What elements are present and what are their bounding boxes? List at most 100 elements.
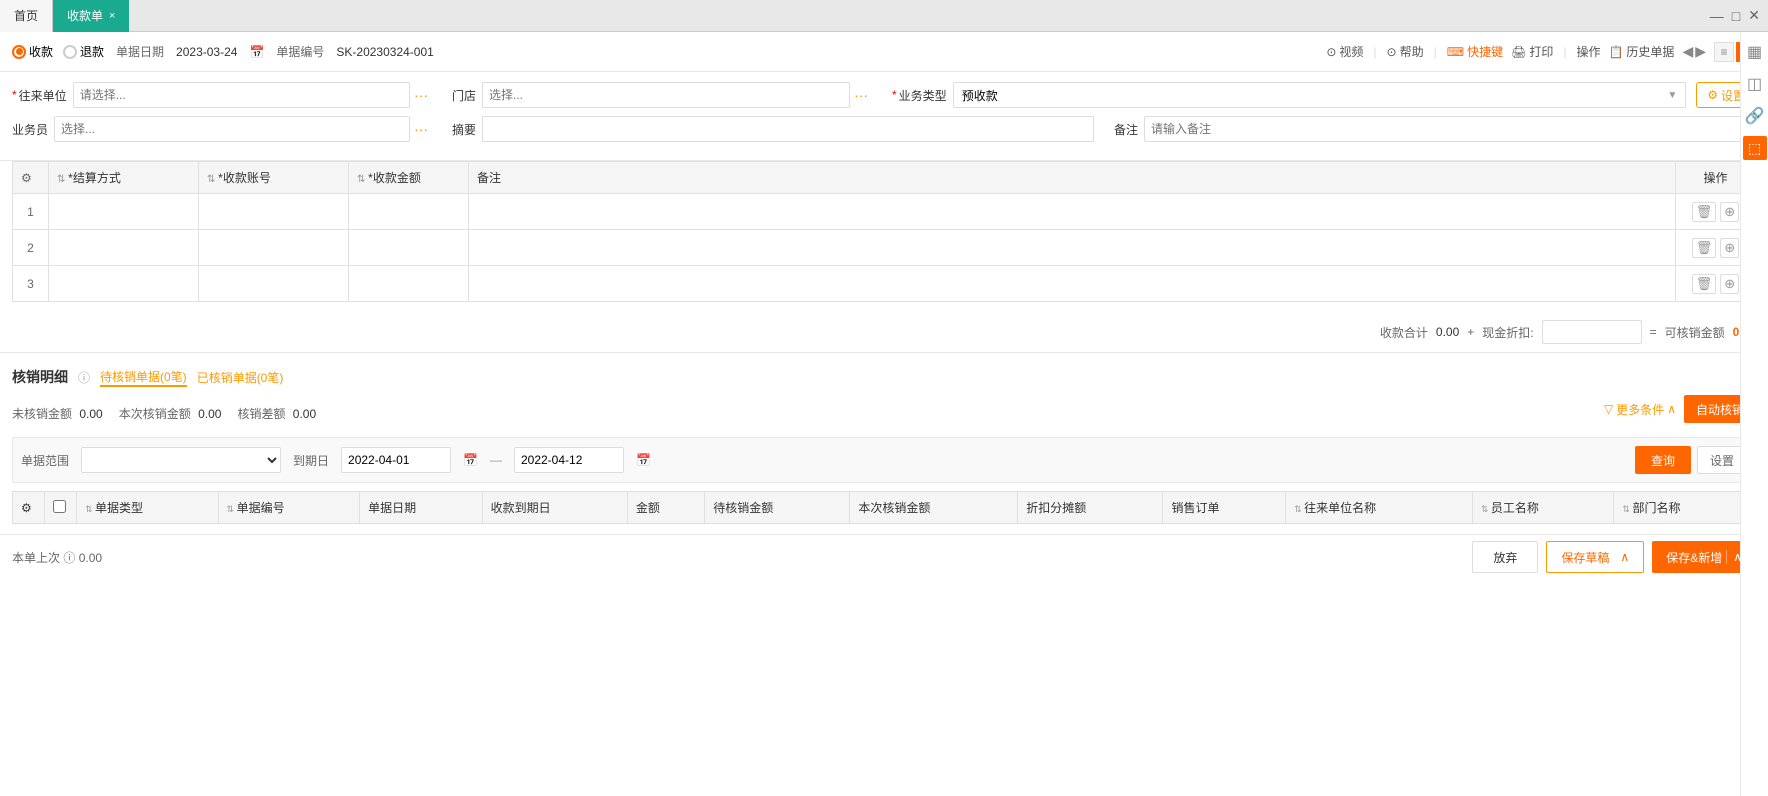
counterparty-more-button[interactable]: ···	[410, 87, 432, 103]
reconciliation-section: 核销明细 ⓘ 待核销单据(0笔) 已核销单据(0笔) 未核销金额 0.00 本次…	[0, 357, 1768, 534]
staff-input[interactable]	[54, 116, 410, 142]
notes-input[interactable]	[1144, 116, 1756, 142]
panel-icon-3[interactable]: 🔗	[1743, 104, 1767, 128]
panel-icon-2[interactable]: ◫	[1743, 72, 1767, 96]
account-cell-2[interactable]	[199, 230, 349, 266]
minimize-button[interactable]: —	[1710, 8, 1724, 24]
settlement-cell-1[interactable]	[49, 194, 199, 230]
panel-icon-4[interactable]: ⬚	[1743, 136, 1767, 160]
copy-row-2-button[interactable]: ⊕	[1720, 238, 1739, 258]
sep2: |	[1434, 45, 1437, 59]
business-type-selector[interactable]: 预收款 ▼	[953, 82, 1687, 108]
bth-checkbox[interactable]	[45, 492, 77, 524]
maximize-button[interactable]: □	[1732, 8, 1740, 24]
counterparty-input[interactable]	[73, 82, 410, 108]
store-more-button[interactable]: ···	[850, 87, 872, 103]
balance-info-icon[interactable]: ⓘ	[63, 551, 75, 565]
tab-home[interactable]: 首页	[0, 0, 53, 32]
account-cell-3[interactable]	[199, 266, 349, 302]
th-settlement: ⇅ *结算方式	[49, 162, 199, 194]
recon-info-icon[interactable]: ⓘ	[78, 369, 90, 386]
notes-field: 备注	[1114, 116, 1756, 142]
history-button[interactable]: 📋 历史单据	[1608, 43, 1674, 60]
date-value: 2023-03-24	[176, 45, 237, 59]
abandon-button[interactable]: 放弃	[1472, 541, 1538, 573]
tab-bar: 首页 收款单 × — □ ✕	[0, 0, 1768, 32]
th-notes: 备注	[469, 162, 1676, 194]
copy-row-1-button[interactable]: ⊕	[1720, 202, 1739, 222]
notes-cell-3[interactable]	[469, 266, 1676, 302]
shortcut-button[interactable]: ⌨ 快捷键	[1447, 43, 1503, 60]
list-view-button[interactable]: ≡	[1714, 42, 1734, 62]
bth-doc-type: ⇅ 单据类型	[77, 492, 219, 524]
range-select[interactable]	[81, 447, 281, 473]
bth-doc-number: ⇅ 单据编号	[218, 492, 360, 524]
nav-prev-button[interactable]: ◀	[1682, 43, 1693, 60]
counterparty-field: * 往来单位 ···	[12, 82, 432, 108]
required-star-business: *	[892, 88, 897, 102]
tab-receipt[interactable]: 收款单 ×	[53, 0, 129, 32]
calendar-icon[interactable]: 📅	[249, 45, 264, 59]
date-from-input[interactable]	[341, 447, 451, 473]
range-label: 单据范围	[21, 452, 69, 469]
staff-more-button[interactable]: ···	[410, 121, 432, 137]
receipt-radio-dot	[12, 45, 26, 59]
bth-gear[interactable]: ⚙	[13, 492, 45, 524]
save-draft-button[interactable]: 保存草稿 ∧	[1546, 541, 1644, 573]
bth-staff: ⇅ 员工名称	[1472, 492, 1614, 524]
keyboard-icon: ⌨	[1447, 45, 1464, 59]
operation-button[interactable]: 操作	[1576, 43, 1600, 60]
refund-radio[interactable]: 退款	[63, 43, 104, 60]
equals-sign: =	[1650, 325, 1657, 339]
delete-row-1-button[interactable]: 🗑	[1692, 202, 1717, 222]
copy-row-3-button[interactable]: ⊕	[1720, 274, 1739, 294]
discount-input[interactable]	[1542, 320, 1642, 344]
bth-amount: 金额	[627, 492, 704, 524]
account-cell-1[interactable]	[199, 194, 349, 230]
more-filter-button[interactable]: ▽ 更多条件 ∧	[1604, 401, 1676, 418]
summary-input[interactable]	[482, 116, 1094, 142]
pending-tab[interactable]: 待核销单据(0笔)	[100, 368, 187, 387]
receipt-radio[interactable]: 收款	[12, 43, 53, 60]
notes-cell-1[interactable]	[469, 194, 1676, 230]
print-button[interactable]: 🖨 打印	[1511, 43, 1553, 60]
business-type-label: 业务类型	[899, 87, 953, 104]
delete-row-3-button[interactable]: 🗑	[1692, 274, 1717, 294]
draft-dropdown-icon[interactable]: ∧	[1613, 550, 1629, 564]
delete-row-2-button[interactable]: 🗑	[1692, 238, 1717, 258]
help-icon: ⊙	[1387, 45, 1397, 59]
required-star-counterparty: *	[12, 88, 17, 102]
bth-counterparty: ⇅ 往来单位名称	[1286, 492, 1473, 524]
nav-next-button[interactable]: ▶	[1695, 43, 1706, 60]
form-row-2: 业务员 ··· 摘要 备注	[12, 116, 1756, 142]
settlement-cell-2[interactable]	[49, 230, 199, 266]
date-label: 单据日期	[116, 43, 164, 60]
select-all-checkbox[interactable]	[53, 500, 66, 513]
panel-icon-1[interactable]: ▦	[1743, 40, 1767, 64]
amount-cell-1[interactable]	[349, 194, 469, 230]
close-button[interactable]: ✕	[1748, 7, 1760, 24]
query-button[interactable]: 查询	[1635, 446, 1691, 474]
bth-sales-order: 销售订单	[1163, 492, 1286, 524]
amount-cell-3[interactable]	[349, 266, 469, 302]
staff-field: 业务员 ···	[12, 116, 432, 142]
table-row: 3 🗑 ⊕	[13, 266, 1756, 302]
bottom-table-gear-icon[interactable]: ⚙	[21, 501, 32, 515]
calendar-from-icon[interactable]: 📅	[463, 453, 478, 467]
help-button[interactable]: ⊙ 帮助	[1387, 43, 1424, 60]
completed-tab[interactable]: 已核销单据(0笔)	[197, 369, 284, 386]
current-recon-label: 本次核销金额 0.00	[119, 405, 222, 422]
balance-label: 本单上次	[12, 551, 60, 565]
tab-close-icon[interactable]: ×	[109, 10, 115, 22]
calendar-to-icon[interactable]: 📅	[636, 453, 651, 467]
video-button[interactable]: ⊙ 视频	[1326, 43, 1363, 60]
receipt-table-area: ⚙ ⇅ *结算方式 ⇅ *收款账号 ⇅ *收款金额	[0, 161, 1768, 312]
store-input[interactable]	[482, 82, 850, 108]
main-container: 收款 退款 单据日期 2023-03-24 📅 单据编号 SK-20230324…	[0, 32, 1768, 796]
amount-cell-2[interactable]	[349, 230, 469, 266]
settlement-cell-3[interactable]	[49, 266, 199, 302]
table-gear-icon[interactable]: ⚙	[21, 171, 32, 185]
th-gear[interactable]: ⚙	[13, 162, 49, 194]
notes-cell-2[interactable]	[469, 230, 1676, 266]
date-to-input[interactable]	[514, 447, 624, 473]
